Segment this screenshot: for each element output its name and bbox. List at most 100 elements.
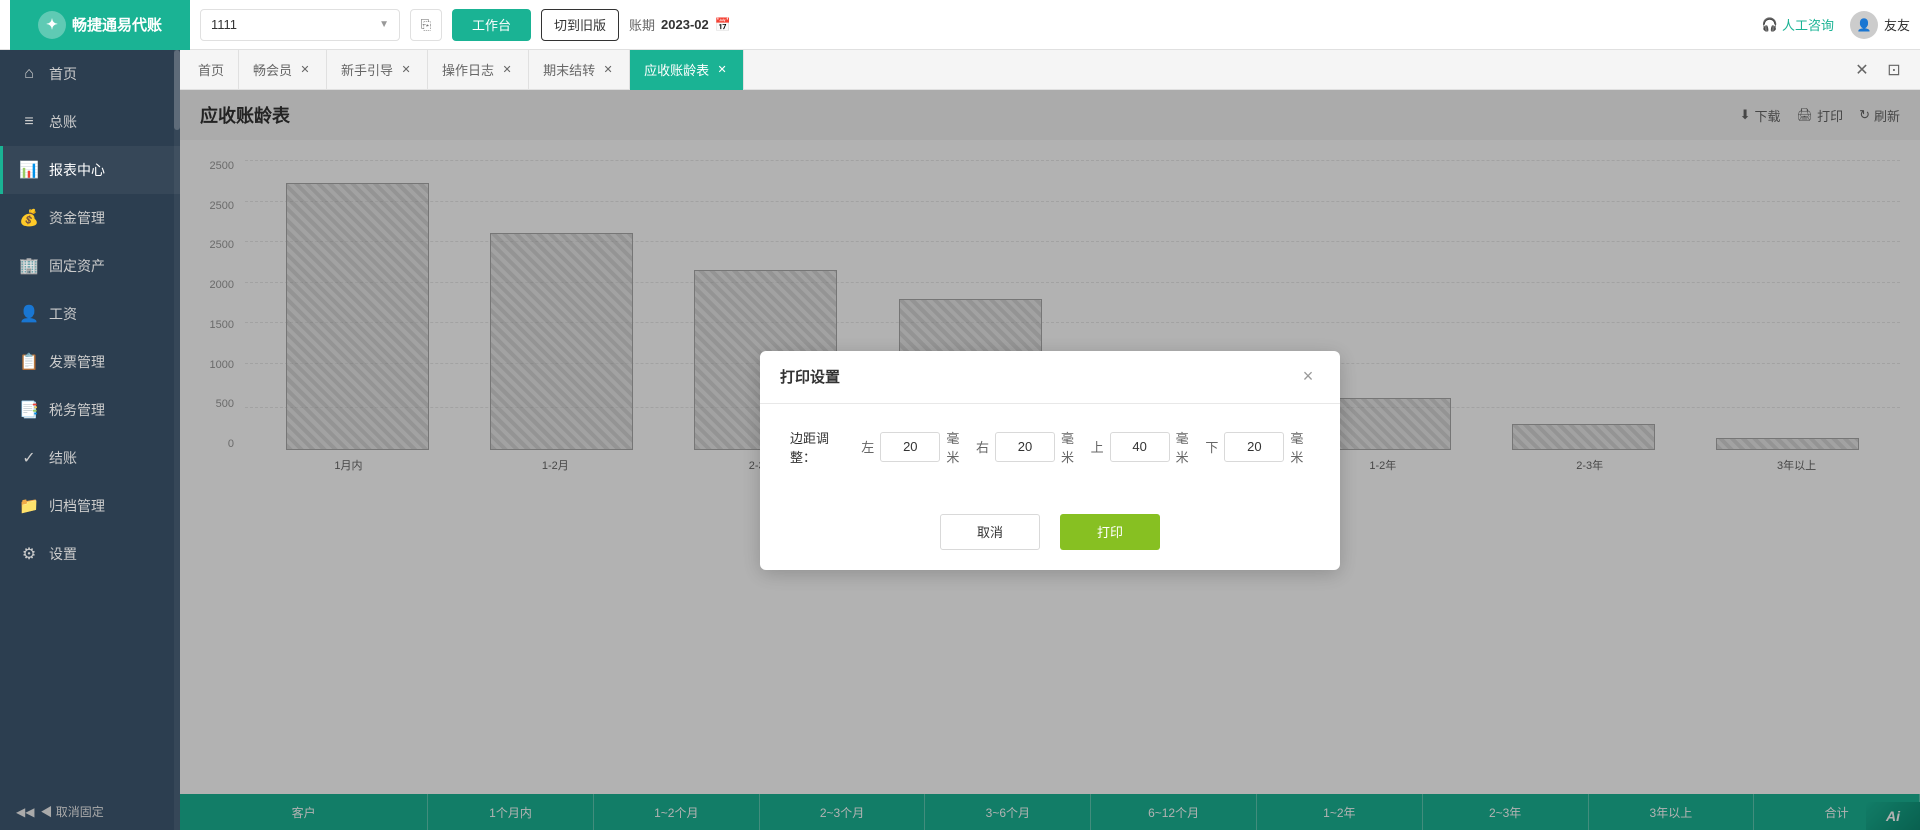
- sidebar-label-assets: 固定资产: [49, 256, 105, 276]
- tab-close-all-button[interactable]: ✕: [1848, 56, 1876, 84]
- funds-icon: 💰: [19, 208, 39, 228]
- copy-icon: ⎘: [421, 17, 431, 33]
- tab-period-end[interactable]: 期末结转 ✕: [529, 50, 630, 90]
- settings-icon: ⚙: [19, 544, 39, 564]
- sidebar-item-ledger[interactable]: ≡ 总账: [0, 98, 180, 146]
- company-name: 1111: [211, 17, 371, 32]
- tab-close-period-end[interactable]: ✕: [601, 63, 615, 77]
- sidebar: ⌂ 首页 ≡ 总账 📊 报表中心 💰 资金管理 🏢 固定资产 👤 工资 📋 发票…: [0, 50, 180, 830]
- headset-icon: 🎧: [1762, 17, 1778, 33]
- right-margin-input[interactable]: [995, 432, 1055, 462]
- tab-close-oplog[interactable]: ✕: [500, 63, 514, 77]
- calendar-icon[interactable]: 📅: [715, 17, 731, 33]
- sidebar-item-settings[interactable]: ⚙ 设置: [0, 530, 180, 578]
- margin-top-group: 上 毫米: [1091, 428, 1196, 466]
- left-unit: 毫米: [946, 428, 966, 466]
- sidebar-item-tax[interactable]: 📑 税务管理: [0, 386, 180, 434]
- sidebar-item-home[interactable]: ⌂ 首页: [0, 50, 180, 98]
- tab-label-home: 首页: [198, 60, 224, 79]
- sidebar-item-payroll[interactable]: 👤 工资: [0, 290, 180, 338]
- tab-member[interactable]: 畅会员 ✕: [239, 50, 327, 90]
- tab-label-member: 畅会员: [253, 60, 292, 79]
- checkout-icon: ✓: [19, 448, 39, 468]
- margin-label: 边距调整：: [790, 428, 851, 466]
- sidebar-label-ledger: 总账: [49, 112, 77, 132]
- sidebar-label-reports: 报表中心: [49, 160, 105, 180]
- tab-oplog[interactable]: 操作日志 ✕: [428, 50, 529, 90]
- sidebar-label-checkout: 结账: [49, 448, 77, 468]
- sidebar-item-assets[interactable]: 🏢 固定资产: [0, 242, 180, 290]
- margin-bottom-group: 下 毫米: [1205, 428, 1310, 466]
- period-info: 账期 2023-02 📅: [629, 15, 731, 34]
- sidebar-item-checkout[interactable]: ✓ 结账: [0, 434, 180, 482]
- support-button[interactable]: 🎧 人工咨询: [1762, 15, 1834, 34]
- sidebar-item-invoice[interactable]: 📋 发票管理: [0, 338, 180, 386]
- margin-left-group: 左 毫米: [861, 428, 966, 466]
- support-label: 人工咨询: [1782, 15, 1834, 34]
- margin-right-group: 右 毫米: [976, 428, 1081, 466]
- tab-close-ar-aging[interactable]: ✕: [715, 63, 729, 77]
- tax-icon: 📑: [19, 400, 39, 420]
- sidebar-item-archive[interactable]: 📁 归档管理: [0, 482, 180, 530]
- content-area: 首页 畅会员 ✕ 新手引导 ✕ 操作日志 ✕ 期末结转 ✕ 应收账龄表 ✕: [180, 50, 1920, 830]
- print-confirm-button[interactable]: 打印: [1060, 514, 1160, 550]
- main-layout: ⌂ 首页 ≡ 总账 📊 报表中心 💰 资金管理 🏢 固定资产 👤 工资 📋 发票…: [0, 50, 1920, 830]
- user-avatar: 👤: [1850, 11, 1878, 39]
- modal-close-button[interactable]: ×: [1296, 365, 1320, 389]
- bottom-direction-label: 下: [1205, 437, 1218, 456]
- tab-close-guide[interactable]: ✕: [399, 63, 413, 77]
- sidebar-item-reports[interactable]: 📊 报表中心: [0, 146, 180, 194]
- switch-version-button[interactable]: 切到旧版: [541, 9, 619, 41]
- bottom-unit: 毫米: [1290, 428, 1310, 466]
- modal-title: 打印设置: [780, 366, 840, 387]
- logo-area: ✦ 畅捷通易代账: [10, 0, 190, 50]
- sidebar-label-funds: 资金管理: [49, 208, 105, 228]
- unpin-label: ◀ 取消固定: [40, 803, 103, 820]
- top-unit: 毫米: [1176, 428, 1196, 466]
- modal-body: 边距调整： 左 毫米 右 毫米: [760, 404, 1340, 500]
- left-direction-label: 左: [861, 437, 874, 456]
- period-value: 2023-02: [661, 17, 709, 32]
- tab-ar-aging[interactable]: 应收账龄表 ✕: [630, 50, 744, 90]
- tab-label-oplog: 操作日志: [442, 60, 494, 79]
- unpin-button[interactable]: ◀◀ ◀ 取消固定: [0, 793, 180, 830]
- sidebar-label-home: 首页: [49, 64, 77, 84]
- tabs-actions: ✕ ⊡: [1848, 56, 1916, 84]
- top-margin-input[interactable]: [1110, 432, 1170, 462]
- user-area[interactable]: 👤 友友: [1850, 11, 1910, 39]
- modal-overlay: 打印设置 × 边距调整： 左 毫米 右: [180, 90, 1920, 830]
- bottom-margin-input[interactable]: [1224, 432, 1284, 462]
- unpin-icon: ◀◀: [16, 805, 34, 819]
- tab-label-ar-aging: 应收账龄表: [644, 60, 709, 79]
- copy-icon-btn[interactable]: ⎘: [410, 9, 442, 41]
- page-content: 应收账龄表 ⬇ 下载 🖨 打印 ↻ 刷新: [180, 90, 1920, 830]
- header-right: 🎧 人工咨询 👤 友友: [1762, 11, 1910, 39]
- right-direction-label: 右: [976, 437, 989, 456]
- tab-close-member[interactable]: ✕: [298, 63, 312, 77]
- sidebar-label-payroll: 工资: [49, 304, 77, 324]
- print-dialog: 打印设置 × 边距调整： 左 毫米 右: [760, 351, 1340, 570]
- left-margin-input[interactable]: [880, 432, 940, 462]
- invoice-icon: 📋: [19, 352, 39, 372]
- margin-row: 边距调整： 左 毫米 右 毫米: [790, 428, 1310, 466]
- top-direction-label: 上: [1091, 437, 1104, 456]
- sidebar-item-funds[interactable]: 💰 资金管理: [0, 194, 180, 242]
- assets-icon: 🏢: [19, 256, 39, 276]
- sidebar-label-tax: 税务管理: [49, 400, 105, 420]
- sidebar-label-archive: 归档管理: [49, 496, 105, 516]
- company-selector[interactable]: 1111 ▼: [200, 9, 400, 41]
- ledger-icon: ≡: [19, 113, 39, 131]
- tab-expand-button[interactable]: ⊡: [1880, 56, 1908, 84]
- modal-header: 打印设置 ×: [760, 351, 1340, 404]
- payroll-icon: 👤: [19, 304, 39, 324]
- tab-home[interactable]: 首页: [184, 50, 239, 90]
- tab-label-guide: 新手引导: [341, 60, 393, 79]
- tab-guide[interactable]: 新手引导 ✕: [327, 50, 428, 90]
- cancel-button[interactable]: 取消: [940, 514, 1040, 550]
- archive-icon: 📁: [19, 496, 39, 516]
- user-name: 友友: [1884, 15, 1910, 34]
- period-label: 账期: [629, 15, 655, 34]
- sidebar-label-invoice: 发票管理: [49, 352, 105, 372]
- home-icon: ⌂: [19, 65, 39, 83]
- workbench-button[interactable]: 工作台: [452, 9, 531, 41]
